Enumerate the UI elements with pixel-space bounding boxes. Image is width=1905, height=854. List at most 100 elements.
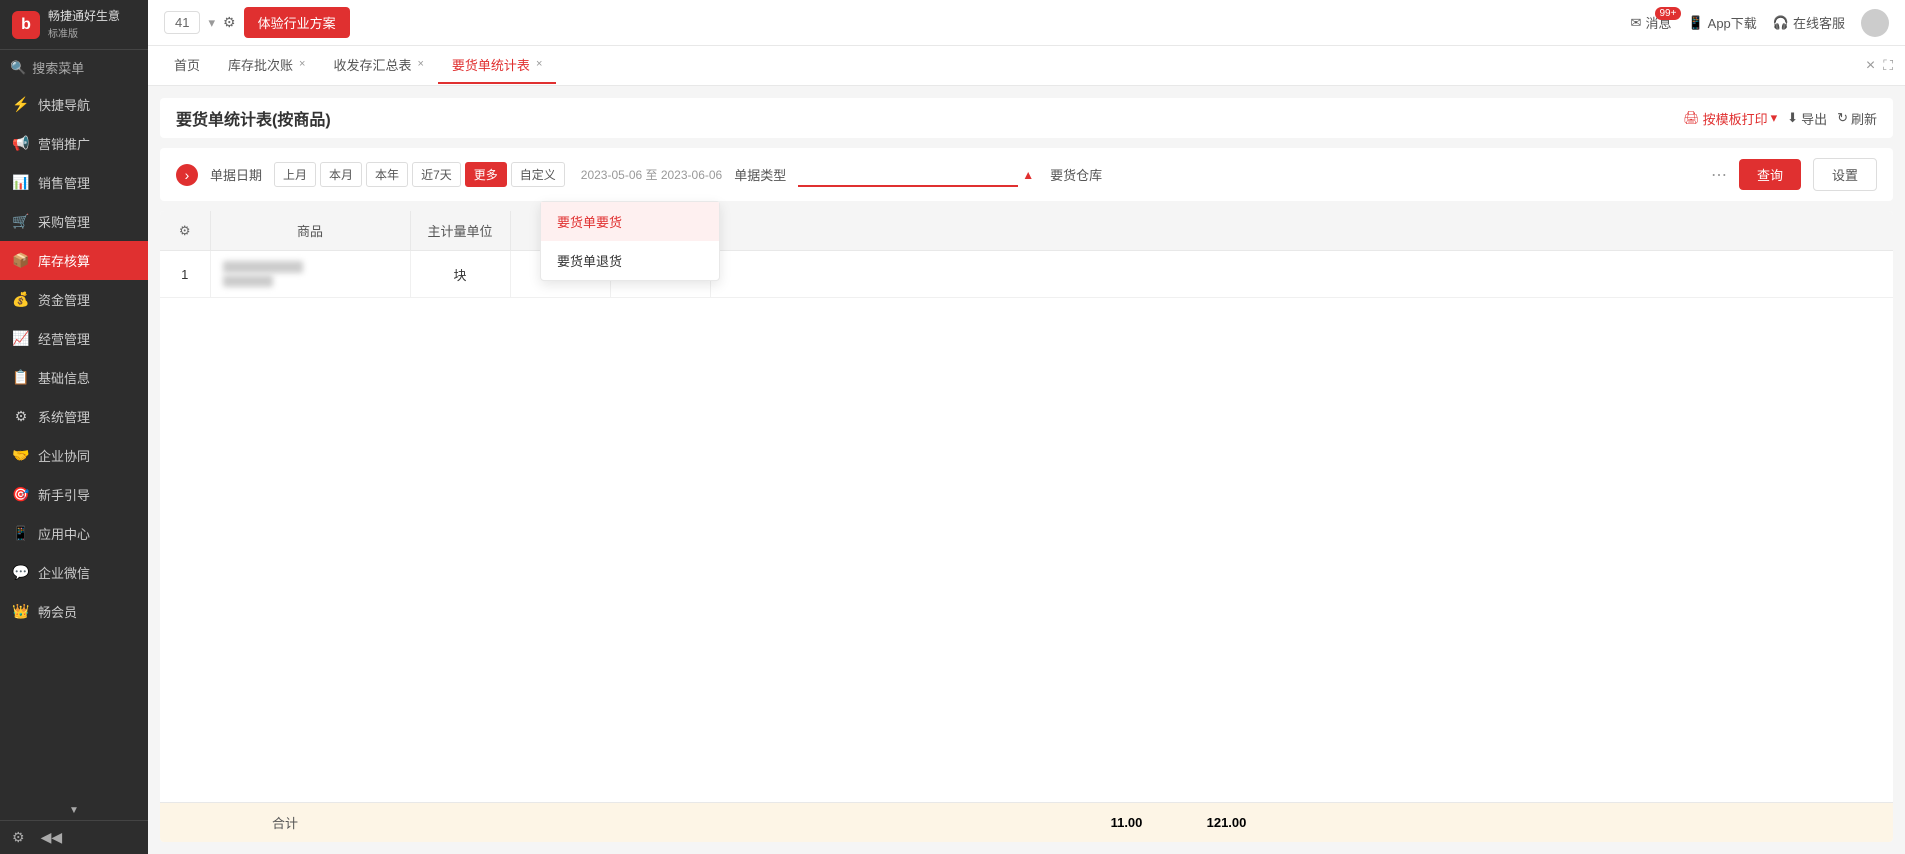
sidebar-item-label: 企业协同 bbox=[38, 446, 90, 465]
close-all-tabs-icon[interactable]: × bbox=[1866, 57, 1875, 75]
sidebar-item-label: 应用中心 bbox=[38, 524, 90, 543]
filter-more-icon[interactable]: ⋯ bbox=[1711, 165, 1727, 185]
footer-qty: 11.00 bbox=[1077, 815, 1177, 830]
settings-icon[interactable]: ⚙ bbox=[12, 829, 25, 846]
sidebar-item-basic-info[interactable]: 📋 基础信息 bbox=[0, 358, 148, 397]
type-arrow-icon[interactable]: ▲ bbox=[1018, 164, 1038, 186]
topbar: 41 ▾ ⚙ 体验行业方案 ✉ 消息 99+ 📱 App下载 🎧 在线客服 bbox=[148, 0, 1905, 46]
chevron-down-icon[interactable]: ▾ bbox=[208, 15, 215, 31]
user-avatar[interactable] bbox=[1861, 9, 1889, 37]
btn-custom-date[interactable]: 自定义 bbox=[511, 162, 565, 187]
type-dropdown: 要货单要货 要货单退货 bbox=[540, 201, 720, 281]
table-container: ⚙ 商品 主计量单位 主数量 零售金额 1 bbox=[160, 211, 1893, 842]
expand-icon[interactable]: ⛶ bbox=[1883, 57, 1893, 74]
tabs-bar: 首页 库存批次账 × 收发存汇总表 × 要货单统计表 × × ⛶ bbox=[148, 46, 1905, 86]
edition-label: 标准版 bbox=[48, 25, 120, 40]
guide-icon: 🎯 bbox=[12, 486, 30, 504]
tab-inventory-batch-label: 库存批次账 bbox=[228, 55, 293, 74]
sidebar-item-search[interactable]: 🔍 搜索菜单 bbox=[0, 50, 148, 85]
sidebar-item-finance[interactable]: 💰 资金管理 bbox=[0, 280, 148, 319]
search-label: 搜索菜单 bbox=[32, 58, 84, 77]
topbar-gear-icon[interactable]: ⚙ bbox=[223, 14, 236, 31]
sidebar-item-sales[interactable]: 📊 销售管理 bbox=[0, 163, 148, 202]
messages-button[interactable]: ✉ 消息 99+ bbox=[1631, 13, 1672, 32]
tab-order-stats[interactable]: 要货单统计表 × bbox=[438, 47, 556, 84]
sidebar-item-label: 资金管理 bbox=[38, 290, 90, 309]
trial-button[interactable]: 体验行业方案 bbox=[244, 7, 350, 38]
tab-inventory-batch[interactable]: 库存批次账 × bbox=[214, 47, 319, 84]
table-footer: 合计 11.00 121.00 bbox=[160, 802, 1893, 842]
btn-last-7-days[interactable]: 近7天 bbox=[412, 162, 461, 187]
export-button[interactable]: ⬇ 导出 bbox=[1787, 109, 1827, 128]
print-chevron-icon: ▾ bbox=[1771, 110, 1778, 126]
tab-home[interactable]: 首页 bbox=[160, 47, 214, 84]
type-input[interactable] bbox=[798, 162, 1018, 187]
table-header-row: ⚙ 商品 主计量单位 主数量 零售金额 bbox=[160, 211, 1893, 251]
export-icon: ⬇ bbox=[1787, 110, 1798, 126]
sidebar-item-guide[interactable]: 🎯 新手引导 bbox=[0, 475, 148, 514]
dropdown-item-return[interactable]: 要货单退货 bbox=[541, 241, 719, 280]
tab-order-stats-close[interactable]: × bbox=[536, 59, 542, 70]
sidebar-logo: b 畅捷通好生意 标准版 bbox=[0, 0, 148, 50]
tab-inventory-batch-close[interactable]: × bbox=[299, 59, 305, 70]
topbar-left: 41 ▾ ⚙ 体验行业方案 bbox=[164, 7, 350, 38]
sidebar-item-enterprise[interactable]: 🤝 企业协同 bbox=[0, 436, 148, 475]
printer-icon: 🖨 bbox=[1683, 110, 1700, 126]
app-download-button[interactable]: 📱 App下载 bbox=[1687, 13, 1756, 32]
sidebar-item-label: 畅会员 bbox=[38, 602, 77, 621]
sidebar-item-member[interactable]: 👑 畅会员 bbox=[0, 592, 148, 631]
page-title: 要货单统计表(按商品) bbox=[176, 106, 331, 130]
warehouse-label: 要货仓库 bbox=[1050, 165, 1102, 184]
print-label: 按模板打印 bbox=[1703, 109, 1768, 128]
data-table: ⚙ 商品 主计量单位 主数量 零售金额 1 bbox=[160, 211, 1893, 298]
member-icon: 👑 bbox=[12, 603, 30, 621]
collapse-icon[interactable]: ◀◀ bbox=[41, 829, 63, 846]
wechat-icon: 💬 bbox=[12, 564, 30, 582]
tab-stock-summary[interactable]: 收发存汇总表 × bbox=[319, 47, 437, 84]
sidebar-item-label: 基础信息 bbox=[38, 368, 90, 387]
finance-icon: 💰 bbox=[12, 291, 30, 309]
settings-button[interactable]: 设置 bbox=[1813, 158, 1877, 191]
page-header: 要货单统计表(按商品) 🖨 按模板打印 ▾ ⬇ 导出 ↻ 刷新 bbox=[160, 98, 1893, 138]
query-button[interactable]: 查询 bbox=[1739, 159, 1801, 190]
enterprise-icon: 🤝 bbox=[12, 447, 30, 465]
sidebar-scroll-down[interactable]: ▼ bbox=[0, 801, 148, 820]
column-product-header: 商品 bbox=[210, 211, 410, 251]
app-download-label: App下载 bbox=[1708, 13, 1757, 32]
cell-extra bbox=[710, 251, 1893, 298]
sidebar-item-system[interactable]: ⚙ 系统管理 bbox=[0, 397, 148, 436]
sidebar-item-marketing[interactable]: 📢 营销推广 bbox=[0, 124, 148, 163]
btn-current-month[interactable]: 本月 bbox=[320, 162, 362, 187]
marketing-icon: 📢 bbox=[12, 135, 30, 153]
sidebar-item-label: 系统管理 bbox=[38, 407, 90, 426]
search-icon: 🔍 bbox=[10, 60, 26, 76]
sidebar-item-inventory[interactable]: 📦 库存核算 bbox=[0, 241, 148, 280]
sidebar-item-label: 经营管理 bbox=[38, 329, 90, 348]
dropdown-item-requisition[interactable]: 要货单要货 bbox=[541, 202, 719, 241]
tab-stock-summary-close[interactable]: × bbox=[417, 59, 423, 70]
quick-nav-icon: ⚡ bbox=[12, 96, 30, 114]
column-settings-header[interactable]: ⚙ bbox=[160, 211, 210, 251]
sidebar-item-operations[interactable]: 📈 经营管理 bbox=[0, 319, 148, 358]
btn-more-dates[interactable]: 更多 bbox=[465, 162, 507, 187]
footer-amount: 121.00 bbox=[1177, 815, 1277, 830]
filter-expand-button[interactable]: › bbox=[176, 164, 198, 186]
logo-icon: b bbox=[12, 11, 40, 39]
sidebar-item-quick-nav[interactable]: ⚡ 快捷导航 bbox=[0, 85, 148, 124]
sidebar-item-wechat[interactable]: 💬 企业微信 bbox=[0, 553, 148, 592]
sidebar-item-purchase[interactable]: 🛒 采购管理 bbox=[0, 202, 148, 241]
date-range-label: 2023-05-06 至 2023-06-06 bbox=[581, 166, 722, 183]
btn-this-year[interactable]: 本年 bbox=[366, 162, 408, 187]
sidebar-item-app-center[interactable]: 📱 应用中心 bbox=[0, 514, 148, 553]
product-name-blur bbox=[223, 261, 303, 273]
cell-product bbox=[210, 251, 410, 298]
sidebar-item-label: 新手引导 bbox=[38, 485, 90, 504]
basic-info-icon: 📋 bbox=[12, 369, 30, 387]
online-service-button[interactable]: 🎧 在线客服 bbox=[1773, 13, 1845, 32]
system-icon: ⚙ bbox=[12, 408, 30, 426]
print-button[interactable]: 🖨 按模板打印 ▾ bbox=[1683, 109, 1777, 128]
refresh-button[interactable]: ↻ 刷新 bbox=[1837, 109, 1877, 128]
sidebar: b 畅捷通好生意 标准版 🔍 搜索菜单 ⚡ 快捷导航 📢 营销推广 📊 销售管理… bbox=[0, 0, 148, 854]
btn-last-month[interactable]: 上月 bbox=[274, 162, 316, 187]
message-icon: ✉ bbox=[1631, 15, 1642, 31]
